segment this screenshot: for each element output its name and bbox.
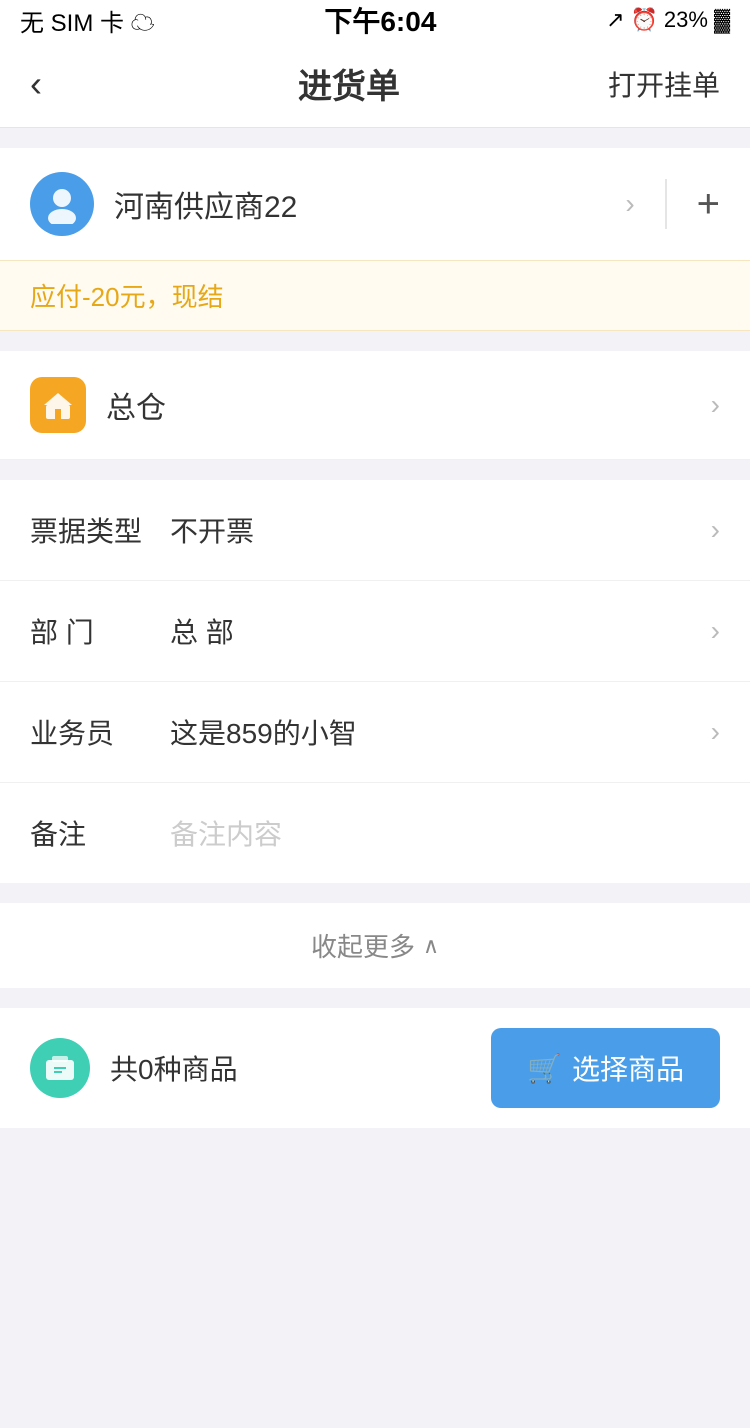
notice-banner: 应付-20元，现结 [0, 260, 750, 331]
location-icon: ↗ [606, 7, 624, 33]
salesperson-label: 业务员 [30, 712, 150, 752]
salesperson-chevron-icon: › [711, 716, 720, 748]
invoice-type-value: 不开票 [150, 510, 711, 550]
supplier-card: 河南供应商22 › + 应付-20元，现结 [0, 148, 750, 331]
bottom-bar: 共0种商品 🛒 选择商品 [0, 1008, 750, 1128]
status-time: 下午6:04 [324, 0, 436, 40]
cart-icon: 🛒 [527, 1052, 562, 1085]
no-sim-text: 无 SIM 卡 ☁ [20, 3, 155, 38]
invoice-type-label: 票据类型 [30, 510, 150, 550]
remark-row[interactable]: 备注 备注内容 [0, 783, 750, 883]
remark-input[interactable]: 备注内容 [150, 813, 720, 853]
status-left: 无 SIM 卡 ☁ [20, 3, 155, 38]
supplier-chevron-icon: › [625, 188, 634, 220]
status-bar: 无 SIM 卡 ☁ 下午6:04 ↗ ⏰ 23% ▓ [0, 0, 750, 40]
supplier-name: 河南供应商22 [114, 182, 625, 226]
battery-text: 23% [664, 7, 708, 33]
remark-label: 备注 [30, 813, 150, 853]
department-row[interactable]: 部 门 总 部 › [0, 581, 750, 682]
remaining-area [0, 1128, 750, 1428]
supplier-avatar [30, 172, 94, 236]
section-gap-1 [0, 128, 750, 148]
invoice-type-chevron-icon: › [711, 514, 720, 546]
department-value: 总 部 [150, 611, 711, 651]
collapse-chevron-icon: ∧ [423, 933, 439, 959]
status-right: ↗ ⏰ 23% ▓ [606, 7, 730, 33]
collapse-text: 收起更多 [311, 927, 415, 964]
battery-icon: ▓ [714, 7, 730, 33]
add-supplier-button[interactable]: + [697, 182, 720, 227]
product-icon [30, 1038, 90, 1098]
department-label: 部 门 [30, 611, 150, 651]
salesperson-row[interactable]: 业务员 这是859的小智 › [0, 682, 750, 783]
collapse-row[interactable]: 收起更多 ∧ [0, 903, 750, 988]
invoice-type-row[interactable]: 票据类型 不开票 › [0, 480, 750, 581]
open-pending-button[interactable]: 打开挂单 [608, 64, 720, 104]
department-chevron-icon: › [711, 615, 720, 647]
page-title: 进货单 [298, 59, 400, 108]
warehouse-icon [30, 377, 86, 433]
warehouse-name: 总仓 [106, 383, 711, 427]
nav-bar: ‹ 进货单 打开挂单 [0, 40, 750, 128]
alarm-icon: ⏰ [631, 7, 658, 33]
select-product-label: 选择商品 [572, 1048, 684, 1088]
form-section: 票据类型 不开票 › 部 门 总 部 › 业务员 这是859的小智 › 备注 备… [0, 480, 750, 883]
back-button[interactable]: ‹ [30, 63, 90, 105]
supplier-row[interactable]: 河南供应商22 › + [0, 148, 750, 260]
product-count: 共0种商品 [110, 1048, 471, 1088]
select-product-button[interactable]: 🛒 选择商品 [491, 1028, 720, 1108]
warehouse-row[interactable]: 总仓 › [0, 351, 750, 460]
salesperson-value: 这是859的小智 [150, 712, 711, 752]
warehouse-card: 总仓 › [0, 351, 750, 460]
warehouse-chevron-icon: › [711, 389, 720, 421]
supplier-divider [665, 179, 667, 229]
